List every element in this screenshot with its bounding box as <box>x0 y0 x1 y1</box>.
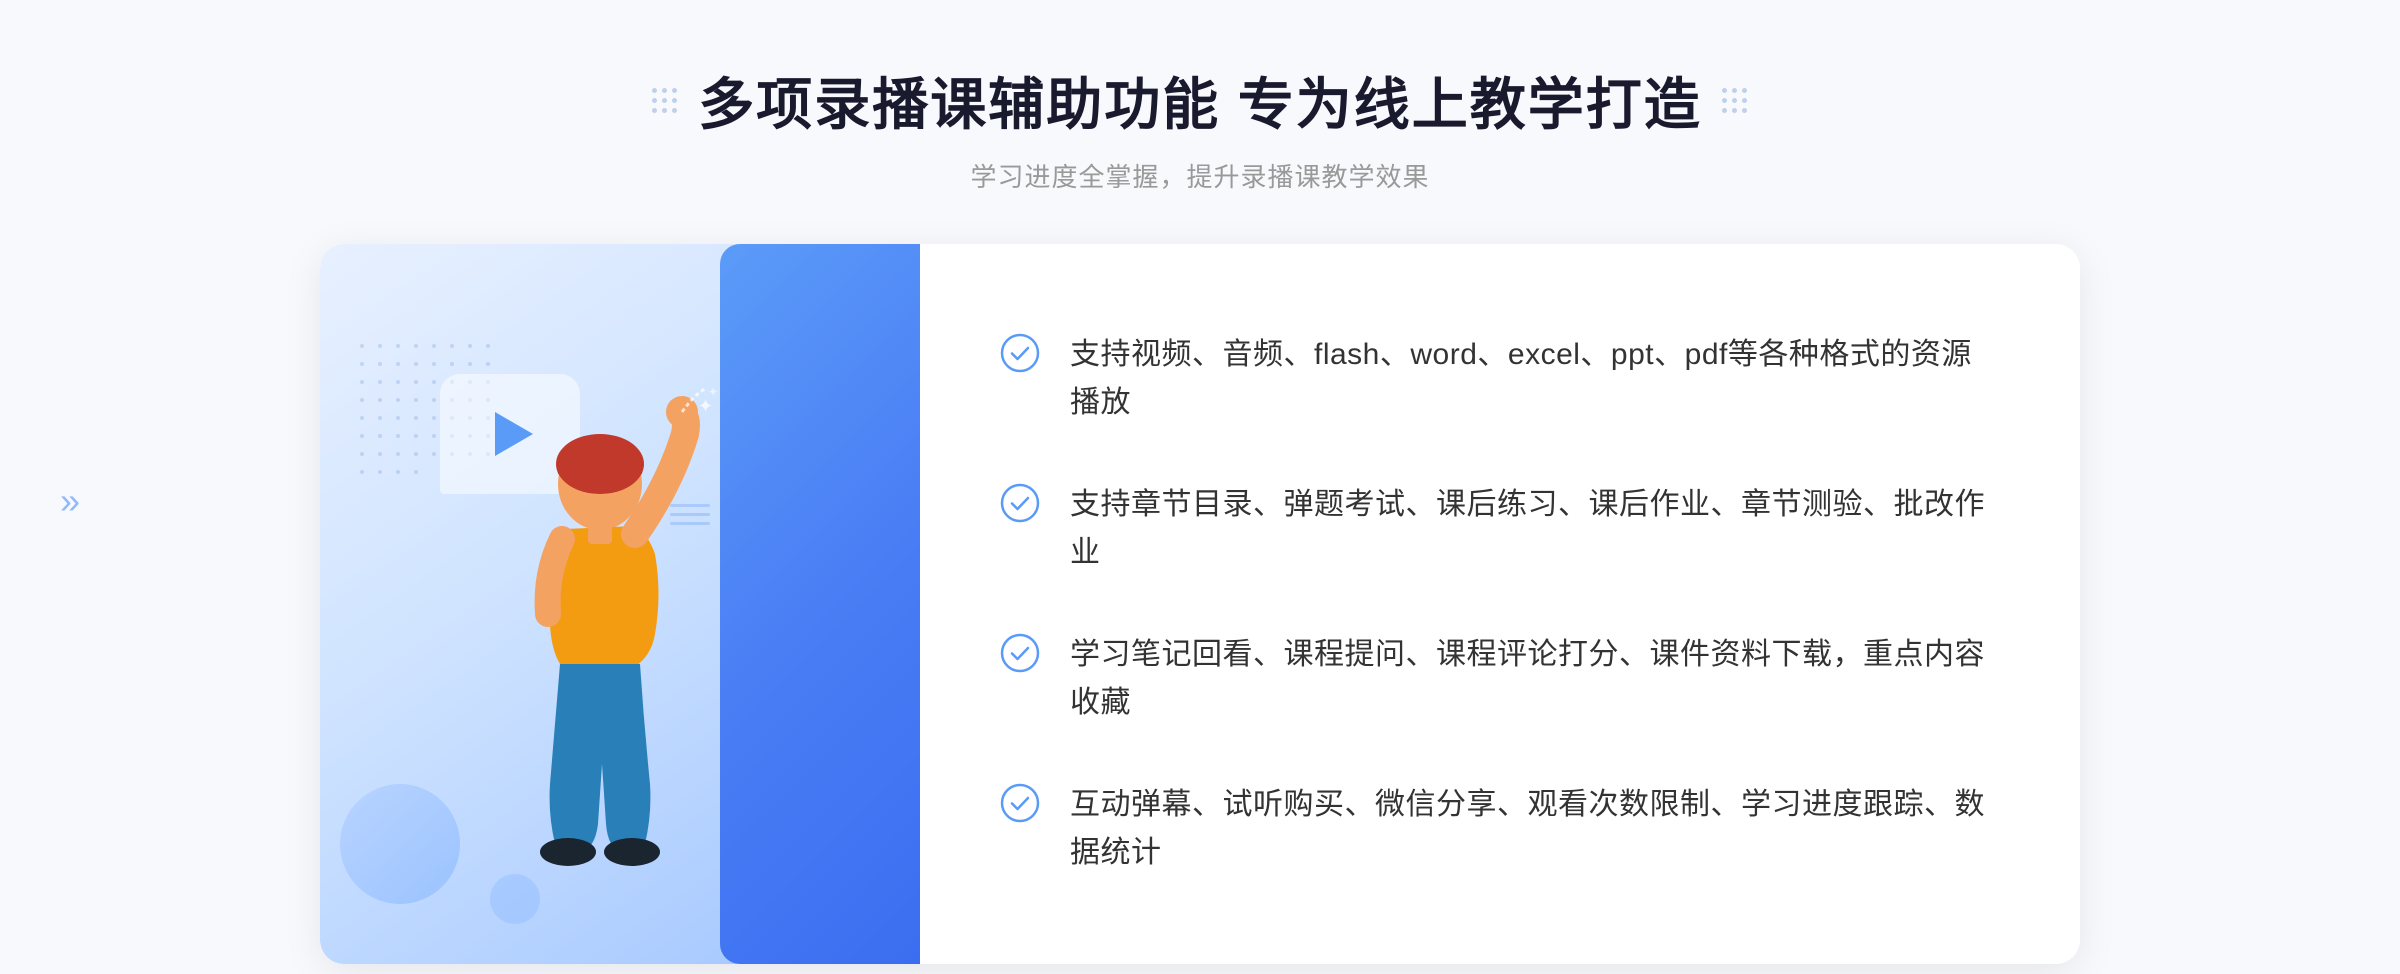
bg-dots-left <box>160 200 340 400</box>
check-icon-2 <box>1000 483 1040 523</box>
illustration-figure: ✦ ✦ <box>400 384 760 964</box>
feature-item-1: 支持视频、音频、flash、word、excel、ppt、pdf等各种格式的资源… <box>1000 331 2000 427</box>
feature-item-3: 学习笔记回看、课程提问、课程评论打分、课件资料下载，重点内容收藏 <box>1000 631 2000 727</box>
feature-item-4: 互动弹幕、试听购买、微信分享、观看次数限制、学习进度跟踪、数据统计 <box>1000 781 2000 877</box>
page-container: » 多项录播课辅助功能 专为线上教学打造 学习进度全掌握，提升录播课教学效果 <box>0 0 2400 974</box>
check-icon-4 <box>1000 783 1040 823</box>
feature-text-1: 支持视频、音频、flash、word、excel、ppt、pdf等各种格式的资源… <box>1070 331 2000 427</box>
title-row: 多项录播课辅助功能 专为线上教学打造 <box>652 60 1748 141</box>
feature-text-4: 互动弹幕、试听购买、微信分享、观看次数限制、学习进度跟踪、数据统计 <box>1070 781 2000 877</box>
svg-text:✦: ✦ <box>698 396 713 416</box>
left-illustration-panel: ✦ ✦ <box>320 244 920 964</box>
check-icon-3 <box>1000 633 1040 673</box>
header-section: 多项录播课辅助功能 专为线上教学打造 学习进度全掌握，提升录播课教学效果 <box>652 60 1748 194</box>
content-card: ✦ ✦ 支持视频、音频、flash、word、excel、ppt、pdf等各种格… <box>320 244 2080 964</box>
feature-item-2: 支持章节目录、弹题考试、课后练习、课后作业、章节测验、批改作业 <box>1000 481 2000 577</box>
feature-text-3: 学习笔记回看、课程提问、课程评论打分、课件资料下载，重点内容收藏 <box>1070 631 2000 727</box>
title-right-dots <box>1722 88 1748 114</box>
svg-text:✦: ✦ <box>708 385 718 399</box>
check-icon-1 <box>1000 333 1040 373</box>
arrow-left-decoration: » <box>60 480 80 522</box>
feature-text-2: 支持章节目录、弹题考试、课后练习、课后作业、章节测验、批改作业 <box>1070 481 2000 577</box>
title-left-dots <box>652 88 678 114</box>
main-title: 多项录播课辅助功能 专为线上教学打造 <box>698 60 1702 141</box>
right-features-panel: 支持视频、音频、flash、word、excel、ppt、pdf等各种格式的资源… <box>920 244 2080 964</box>
page-subtitle: 学习进度全掌握，提升录播课教学效果 <box>652 157 1748 194</box>
